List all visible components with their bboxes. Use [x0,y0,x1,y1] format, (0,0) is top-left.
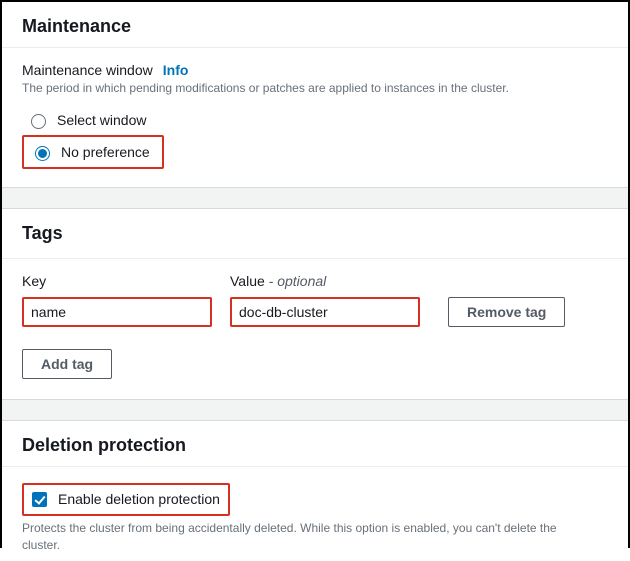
enable-deletion-protection-label: Enable deletion protection [58,491,220,507]
radio-select-window[interactable] [31,114,46,129]
deletion-protection-desc: Protects the cluster from being accident… [22,520,582,554]
tags-section: Tags Key Value - optional Remove tag Add… [2,209,628,399]
deletion-protection-title: Deletion protection [22,435,608,456]
info-link[interactable]: Info [163,62,189,78]
deletion-protection-header: Deletion protection [2,421,628,467]
radio-no-preference-label: No preference [61,144,150,160]
tag-row: Key Value - optional Remove tag [22,273,608,327]
radio-no-preference-row[interactable]: No preference [26,139,156,165]
highlight-enable-deletion-protection: Enable deletion protection [22,483,230,516]
remove-tag-button[interactable]: Remove tag [448,297,565,327]
section-divider [2,399,628,421]
deletion-protection-section: Deletion protection Enable deletion prot… [2,421,628,561]
radio-select-window-label: Select window [57,112,147,128]
maintenance-title: Maintenance [22,16,608,37]
maintenance-window-label: Maintenance window [22,62,153,78]
radio-no-preference[interactable] [35,146,50,161]
highlight-no-preference: No preference [22,135,164,169]
maintenance-header: Maintenance [2,2,628,48]
enable-deletion-protection-checkbox[interactable] [32,492,47,507]
tag-value-input[interactable] [230,297,420,327]
tag-key-input[interactable] [22,297,212,327]
enable-deletion-protection-row[interactable]: Enable deletion protection [28,489,220,510]
add-tag-button[interactable]: Add tag [22,349,112,379]
radio-select-window-row[interactable]: Select window [22,107,608,133]
maintenance-window-radio-group: Select window No preference [22,107,608,169]
tag-key-label: Key [22,273,212,289]
tag-value-label: Value - optional [230,273,420,289]
tags-header: Tags [2,209,628,259]
section-divider [2,187,628,209]
maintenance-section: Maintenance Maintenance window Info The … [2,2,628,187]
tags-title: Tags [22,223,608,244]
maintenance-window-desc: The period in which pending modification… [22,80,608,97]
